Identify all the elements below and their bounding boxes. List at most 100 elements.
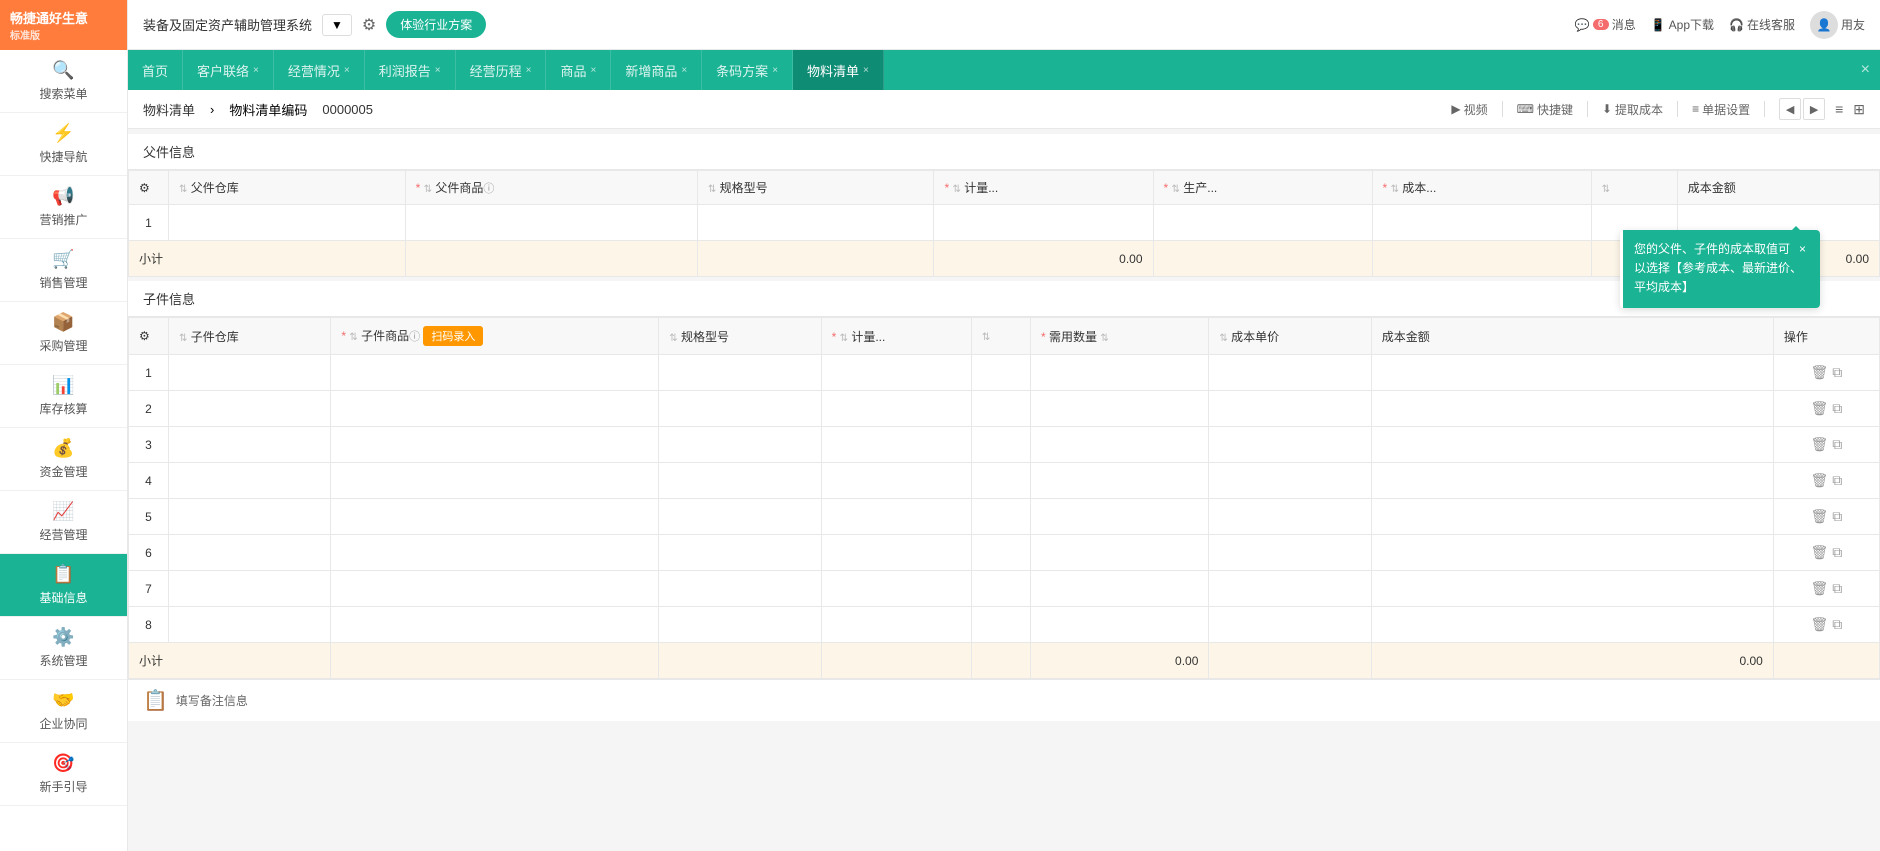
- parent-cell-produce[interactable]: [1153, 205, 1372, 241]
- child-cell-amount-2[interactable]: [1371, 391, 1773, 427]
- child-cell-spec-3[interactable]: [659, 427, 821, 463]
- delete-icon-6[interactable]: 🗑: [1811, 544, 1829, 561]
- trial-btn[interactable]: 体验行业方案: [386, 11, 486, 38]
- tab-goods[interactable]: 商品 ×: [546, 50, 611, 90]
- parent-cell-unit[interactable]: [934, 205, 1153, 241]
- child-cell-unit-cost-4[interactable]: [1209, 463, 1371, 499]
- child-cell-unit-2[interactable]: [821, 391, 971, 427]
- layout-btn[interactable]: ≡: [1835, 101, 1843, 117]
- child-cell-spec-8[interactable]: [659, 607, 821, 643]
- sort-icon-c1[interactable]: ⇅: [179, 333, 187, 344]
- sidebar-item-guide[interactable]: 🎯 新手引导: [0, 743, 127, 806]
- copy-icon-6[interactable]: ⧉: [1832, 544, 1842, 561]
- copy-icon-1[interactable]: ⧉: [1832, 364, 1842, 381]
- sort-icon2[interactable]: ⇅: [424, 184, 432, 195]
- child-cell-sort-4[interactable]: [971, 463, 1030, 499]
- info-icon[interactable]: ⓘ: [483, 183, 494, 195]
- sidebar-item-marketing[interactable]: 📢 营销推广: [0, 176, 127, 239]
- sidebar-item-purchase[interactable]: 📦 采购管理: [0, 302, 127, 365]
- sidebar-item-search[interactable]: 🔍 搜索菜单: [0, 50, 127, 113]
- child-cell-unit-cost-7[interactable]: [1209, 571, 1371, 607]
- grid-btn[interactable]: ⊞: [1853, 101, 1865, 118]
- child-cell-qty-7[interactable]: [1030, 571, 1208, 607]
- delete-icon-1[interactable]: 🗑: [1811, 364, 1829, 381]
- page-prev-btn[interactable]: ◀: [1779, 98, 1801, 120]
- child-cell-amount-1[interactable]: [1371, 355, 1773, 391]
- tooltip-close-btn[interactable]: ×: [1799, 240, 1806, 259]
- sort-icon-c3[interactable]: ⇅: [669, 333, 677, 344]
- tab-new-goods-close[interactable]: ×: [681, 65, 687, 76]
- sort-icon-c2[interactable]: ⇅: [349, 332, 357, 343]
- tab-profit[interactable]: 利润报告 ×: [365, 50, 456, 90]
- parent-col-gear[interactable]: ⚙: [129, 171, 169, 205]
- child-cell-sort-2[interactable]: [971, 391, 1030, 427]
- sort-icon-c5[interactable]: ⇅: [982, 332, 990, 343]
- delete-icon-7[interactable]: 🗑: [1811, 580, 1829, 597]
- child-cell-product-2[interactable]: [331, 391, 659, 427]
- tab-barcode-close[interactable]: ×: [772, 65, 778, 76]
- bottom-icon[interactable]: 📋: [143, 688, 168, 713]
- child-cell-spec-2[interactable]: [659, 391, 821, 427]
- child-cell-warehouse-4[interactable]: [169, 463, 331, 499]
- sort-icon-c7[interactable]: ⇅: [1219, 333, 1227, 344]
- child-cell-unit-cost-1[interactable]: [1209, 355, 1371, 391]
- child-cell-amount-6[interactable]: [1371, 535, 1773, 571]
- sort-icon-c6[interactable]: ⇅: [1100, 333, 1108, 344]
- tab-customer-close[interactable]: ×: [253, 65, 259, 76]
- delete-icon-8[interactable]: 🗑: [1811, 616, 1829, 633]
- delete-icon-3[interactable]: 🗑: [1811, 436, 1829, 453]
- child-cell-amount-8[interactable]: [1371, 607, 1773, 643]
- child-cell-unit-6[interactable]: [821, 535, 971, 571]
- delete-icon-5[interactable]: 🗑: [1811, 508, 1829, 525]
- sort-icon-c4[interactable]: ⇅: [840, 333, 848, 344]
- tab-barcode[interactable]: 条码方案 ×: [702, 50, 793, 90]
- child-cell-qty-8[interactable]: [1030, 607, 1208, 643]
- tab-new-goods[interactable]: 新增商品 ×: [611, 50, 702, 90]
- child-cell-warehouse-1[interactable]: [169, 355, 331, 391]
- child-cell-warehouse-3[interactable]: [169, 427, 331, 463]
- child-cell-product-6[interactable]: [331, 535, 659, 571]
- user-item[interactable]: 👤 用友: [1810, 11, 1865, 39]
- child-cell-product-5[interactable]: [331, 499, 659, 535]
- copy-icon-8[interactable]: ⧉: [1832, 616, 1842, 633]
- child-cell-amount-7[interactable]: [1371, 571, 1773, 607]
- child-cell-qty-1[interactable]: [1030, 355, 1208, 391]
- child-cell-spec-1[interactable]: [659, 355, 821, 391]
- child-cell-spec-7[interactable]: [659, 571, 821, 607]
- tab-biz-status-close[interactable]: ×: [344, 65, 350, 76]
- tab-customer[interactable]: 客户联络 ×: [183, 50, 274, 90]
- tab-biz-history[interactable]: 经营历程 ×: [456, 50, 547, 90]
- sort-icon7[interactable]: ⇅: [1602, 184, 1610, 195]
- child-cell-sort-3[interactable]: [971, 427, 1030, 463]
- child-cell-unit-3[interactable]: [821, 427, 971, 463]
- sort-icon5[interactable]: ⇅: [1172, 184, 1180, 195]
- child-cell-warehouse-8[interactable]: [169, 607, 331, 643]
- child-cell-unit-cost-2[interactable]: [1209, 391, 1371, 427]
- page-next-btn[interactable]: ▶: [1803, 98, 1825, 120]
- child-cell-warehouse-7[interactable]: [169, 571, 331, 607]
- child-cell-qty-4[interactable]: [1030, 463, 1208, 499]
- copy-icon-2[interactable]: ⧉: [1832, 400, 1842, 417]
- scan-btn[interactable]: 扫码录入: [423, 326, 483, 346]
- child-cell-product-8[interactable]: [331, 607, 659, 643]
- child-cell-spec-5[interactable]: [659, 499, 821, 535]
- delete-icon-4[interactable]: 🗑: [1811, 472, 1829, 489]
- sidebar-item-ops[interactable]: 📈 经营管理: [0, 491, 127, 554]
- tab-home[interactable]: 首页: [128, 50, 183, 90]
- child-cell-spec-4[interactable]: [659, 463, 821, 499]
- shortcut-btn[interactable]: ⌨ 快捷键: [1517, 101, 1573, 118]
- tab-bom-close[interactable]: ×: [863, 65, 869, 76]
- nav-close-right[interactable]: ×: [1851, 61, 1880, 79]
- sort-icon6[interactable]: ⇅: [1391, 184, 1399, 195]
- child-cell-unit-4[interactable]: [821, 463, 971, 499]
- sidebar-item-quicknav[interactable]: ⚡ 快捷导航: [0, 113, 127, 176]
- copy-icon-7[interactable]: ⧉: [1832, 580, 1842, 597]
- child-cell-warehouse-6[interactable]: [169, 535, 331, 571]
- child-cell-qty-6[interactable]: [1030, 535, 1208, 571]
- copy-icon-4[interactable]: ⧉: [1832, 472, 1842, 489]
- child-cell-unit-1[interactable]: [821, 355, 971, 391]
- child-cell-amount-4[interactable]: [1371, 463, 1773, 499]
- view-btn[interactable]: ▶ 视频: [1451, 101, 1487, 118]
- child-cell-unit-cost-8[interactable]: [1209, 607, 1371, 643]
- child-cell-sort-6[interactable]: [971, 535, 1030, 571]
